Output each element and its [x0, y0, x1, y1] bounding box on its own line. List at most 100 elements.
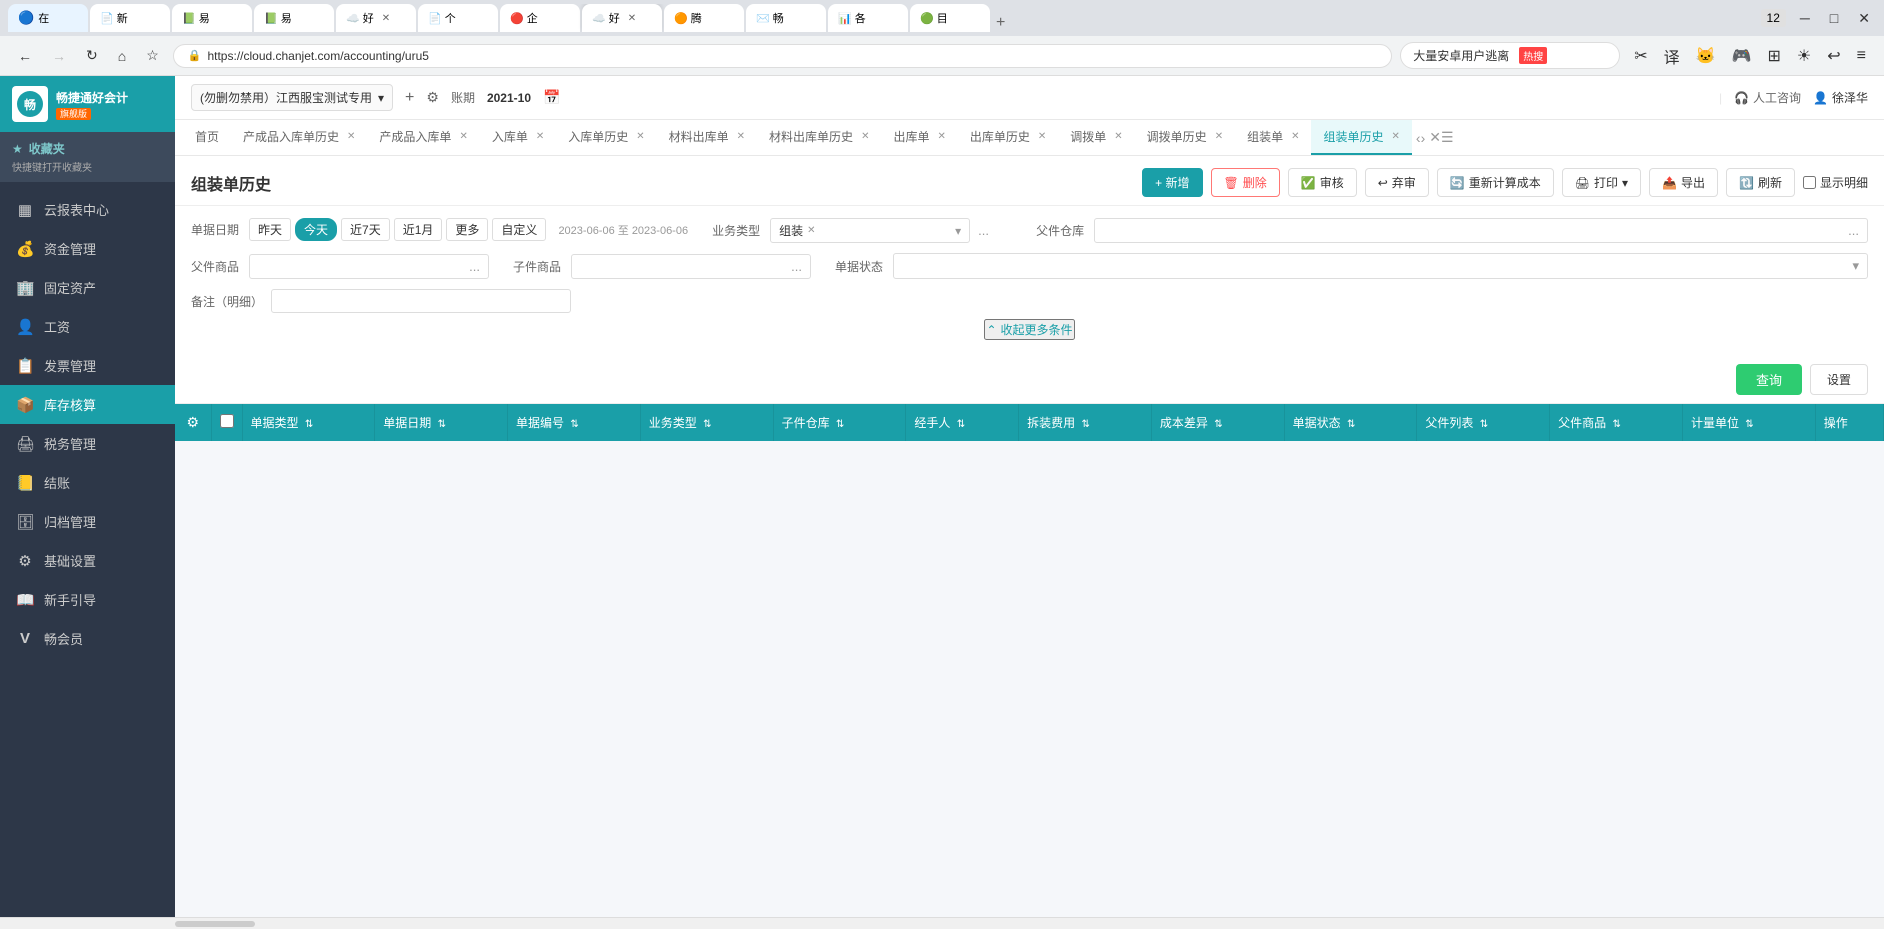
tabs-collapse-right[interactable]: ›: [1421, 130, 1426, 146]
sidebar-item-guide[interactable]: 📖 新手引导: [0, 580, 175, 619]
query-button[interactable]: 查询: [1736, 364, 1802, 395]
new-tab-button[interactable]: +: [992, 14, 1009, 32]
close-outbound-hist[interactable]: ✕: [1038, 131, 1046, 142]
note-input[interactable]: [271, 289, 571, 313]
browser-tab-10[interactable]: ✉️ 畅: [746, 4, 826, 32]
sidebar-item-payroll[interactable]: 👤 工资: [0, 307, 175, 346]
sort-handler[interactable]: ⇅: [957, 419, 965, 430]
table-settings-col[interactable]: ⚙: [175, 404, 211, 441]
browser-tab-11[interactable]: 📊 各: [828, 4, 908, 32]
address-bar[interactable]: 🔒 https://cloud.chanjet.com/accounting/u…: [173, 44, 1392, 68]
nav-tab-material-out-hist[interactable]: 材料出库单历史 ✕: [757, 120, 881, 155]
col-child-warehouse[interactable]: 子件仓库 ⇅: [773, 404, 906, 441]
translate-button[interactable]: 译: [1658, 40, 1686, 72]
sort-biz-type[interactable]: ⇅: [703, 419, 711, 430]
browser-tab-7[interactable]: 🔴 企: [500, 4, 580, 32]
browser-tab-1[interactable]: 🔵 在: [8, 4, 88, 32]
col-disassemble-fee[interactable]: 拆装费用 ⇅: [1019, 404, 1152, 441]
sidebar-item-settlement[interactable]: 📒 结账: [0, 463, 175, 502]
nav-tab-prod-inbound[interactable]: 产成品入库单 ✕: [367, 120, 479, 155]
window-maximize[interactable]: □: [1824, 6, 1844, 30]
sort-status[interactable]: ⇅: [1347, 419, 1355, 430]
collapse-filter-button[interactable]: ⌃ 收起更多条件: [984, 319, 1074, 340]
nav-tab-inbound-hist[interactable]: 入库单历史 ✕: [556, 120, 656, 155]
horizontal-scrollbar[interactable]: [0, 917, 1884, 929]
browser-tab-5[interactable]: ☁️ 好 ✕: [336, 4, 416, 32]
recalculate-button[interactable]: 🔄 重新计算成本: [1437, 168, 1554, 197]
select-all-checkbox[interactable]: [220, 414, 234, 428]
sort-cost-diff[interactable]: ⇅: [1214, 419, 1222, 430]
nav-tab-outbound[interactable]: 出库单 ✕: [881, 120, 957, 155]
nav-tab-transfer[interactable]: 调拨单 ✕: [1058, 120, 1134, 155]
date-btn-today[interactable]: 今天: [295, 218, 337, 241]
nav-tab-inbound[interactable]: 入库单 ✕: [480, 120, 556, 155]
tabs-menu[interactable]: ☰: [1441, 129, 1454, 146]
sidebar-item-inventory[interactable]: 📦 库存核算: [0, 385, 175, 424]
col-parent-goods[interactable]: 父件商品 ⇅: [1550, 404, 1683, 441]
sidebar-favorites[interactable]: ★ 收藏夹 快捷键打开收藏夹: [0, 132, 175, 182]
close-assembly[interactable]: ✕: [1291, 131, 1299, 142]
biz-type-more[interactable]: ...: [978, 223, 989, 238]
date-btn-7days[interactable]: 近7天: [341, 218, 390, 241]
extensions-button[interactable]: ✂: [1628, 42, 1653, 70]
close-material-out-hist[interactable]: ✕: [861, 131, 869, 142]
sort-disassemble-fee[interactable]: ⇅: [1081, 419, 1089, 430]
browser-tab-4[interactable]: 📗 易: [254, 4, 334, 32]
scrollbar-thumb[interactable]: [175, 921, 255, 927]
sidebar-item-member[interactable]: V 畅会员: [0, 619, 175, 658]
nav-tab-home[interactable]: 首页: [183, 120, 231, 155]
sort-parent-list[interactable]: ⇅: [1480, 419, 1488, 430]
browser-tab-2[interactable]: 📄 新: [90, 4, 170, 32]
show-detail-checkbox-label[interactable]: 显示明细: [1803, 174, 1868, 191]
sort-number[interactable]: ⇅: [570, 419, 578, 430]
window-minimize[interactable]: ─: [1794, 6, 1816, 30]
menu-button[interactable]: ≡: [1851, 43, 1872, 69]
sort-type[interactable]: ⇅: [305, 419, 313, 430]
close-transfer-hist[interactable]: ✕: [1215, 131, 1223, 142]
nav-tab-prod-inbound-hist[interactable]: 产成品入库单历史 ✕: [231, 120, 367, 155]
sort-child-warehouse[interactable]: ⇅: [836, 419, 844, 430]
bookmark-button[interactable]: ☆: [140, 43, 165, 68]
forward-button[interactable]: →: [46, 44, 72, 68]
remove-biz-type-tag[interactable]: ✕: [807, 225, 815, 236]
refresh-nav-button[interactable]: ↻: [80, 43, 104, 68]
col-status[interactable]: 单据状态 ⇅: [1284, 404, 1417, 441]
close-inbound-hist[interactable]: ✕: [636, 131, 644, 142]
emoji-button[interactable]: 🐱: [1690, 42, 1722, 70]
col-biz-type[interactable]: 业务类型 ⇅: [640, 404, 773, 441]
close-outbound[interactable]: ✕: [937, 131, 945, 142]
parent-goods-more[interactable]: ...: [469, 259, 480, 274]
nav-tab-transfer-hist[interactable]: 调拨单历史 ✕: [1135, 120, 1235, 155]
col-type[interactable]: 单据类型 ⇅: [242, 404, 375, 441]
search-bar[interactable]: 大量安卓用户逃离 热搜: [1400, 42, 1620, 69]
col-unit[interactable]: 计量单位 ⇅: [1682, 404, 1815, 441]
status-dropdown-icon[interactable]: ▾: [1852, 258, 1859, 274]
close-material-out[interactable]: ✕: [737, 131, 745, 142]
parent-warehouse-more[interactable]: ...: [1848, 223, 1859, 238]
close-current-tab[interactable]: ✕: [1429, 129, 1441, 146]
sort-parent-goods[interactable]: ⇅: [1613, 419, 1621, 430]
sidebar-item-archive[interactable]: 🗄 归档管理: [0, 502, 175, 541]
close-inbound[interactable]: ✕: [536, 131, 544, 142]
sidebar-item-finance[interactable]: 💰 资金管理: [0, 229, 175, 268]
add-company-button[interactable]: +: [405, 89, 414, 107]
delete-button[interactable]: 🗑 删除: [1211, 168, 1280, 197]
nav-tab-material-out[interactable]: 材料出库单 ✕: [657, 120, 757, 155]
nav-tab-outbound-hist[interactable]: 出库单历史 ✕: [958, 120, 1058, 155]
sort-unit[interactable]: ⇅: [1745, 419, 1753, 430]
new-button[interactable]: + 新增: [1142, 168, 1202, 197]
abandon-button[interactable]: ↩ 弃审: [1365, 168, 1429, 197]
col-cost-diff[interactable]: 成本差异 ⇅: [1151, 404, 1284, 441]
date-btn-1month[interactable]: 近1月: [394, 218, 443, 241]
settings-header-button[interactable]: ⚙: [426, 89, 439, 106]
home-button[interactable]: ⌂: [112, 44, 132, 68]
calendar-icon[interactable]: 📅: [543, 89, 560, 106]
close-assembly-hist[interactable]: ✕: [1392, 131, 1400, 142]
col-handler[interactable]: 经手人 ⇅: [906, 404, 1019, 441]
close-prod-inbound-hist[interactable]: ✕: [347, 131, 355, 142]
date-btn-yesterday[interactable]: 昨天: [249, 218, 291, 241]
col-date[interactable]: 单据日期 ⇅: [375, 404, 508, 441]
browser-tab-6[interactable]: 📄 个: [418, 4, 498, 32]
table-settings-icon[interactable]: ⚙: [186, 414, 199, 430]
col-parent-list[interactable]: 父件列表 ⇅: [1417, 404, 1550, 441]
